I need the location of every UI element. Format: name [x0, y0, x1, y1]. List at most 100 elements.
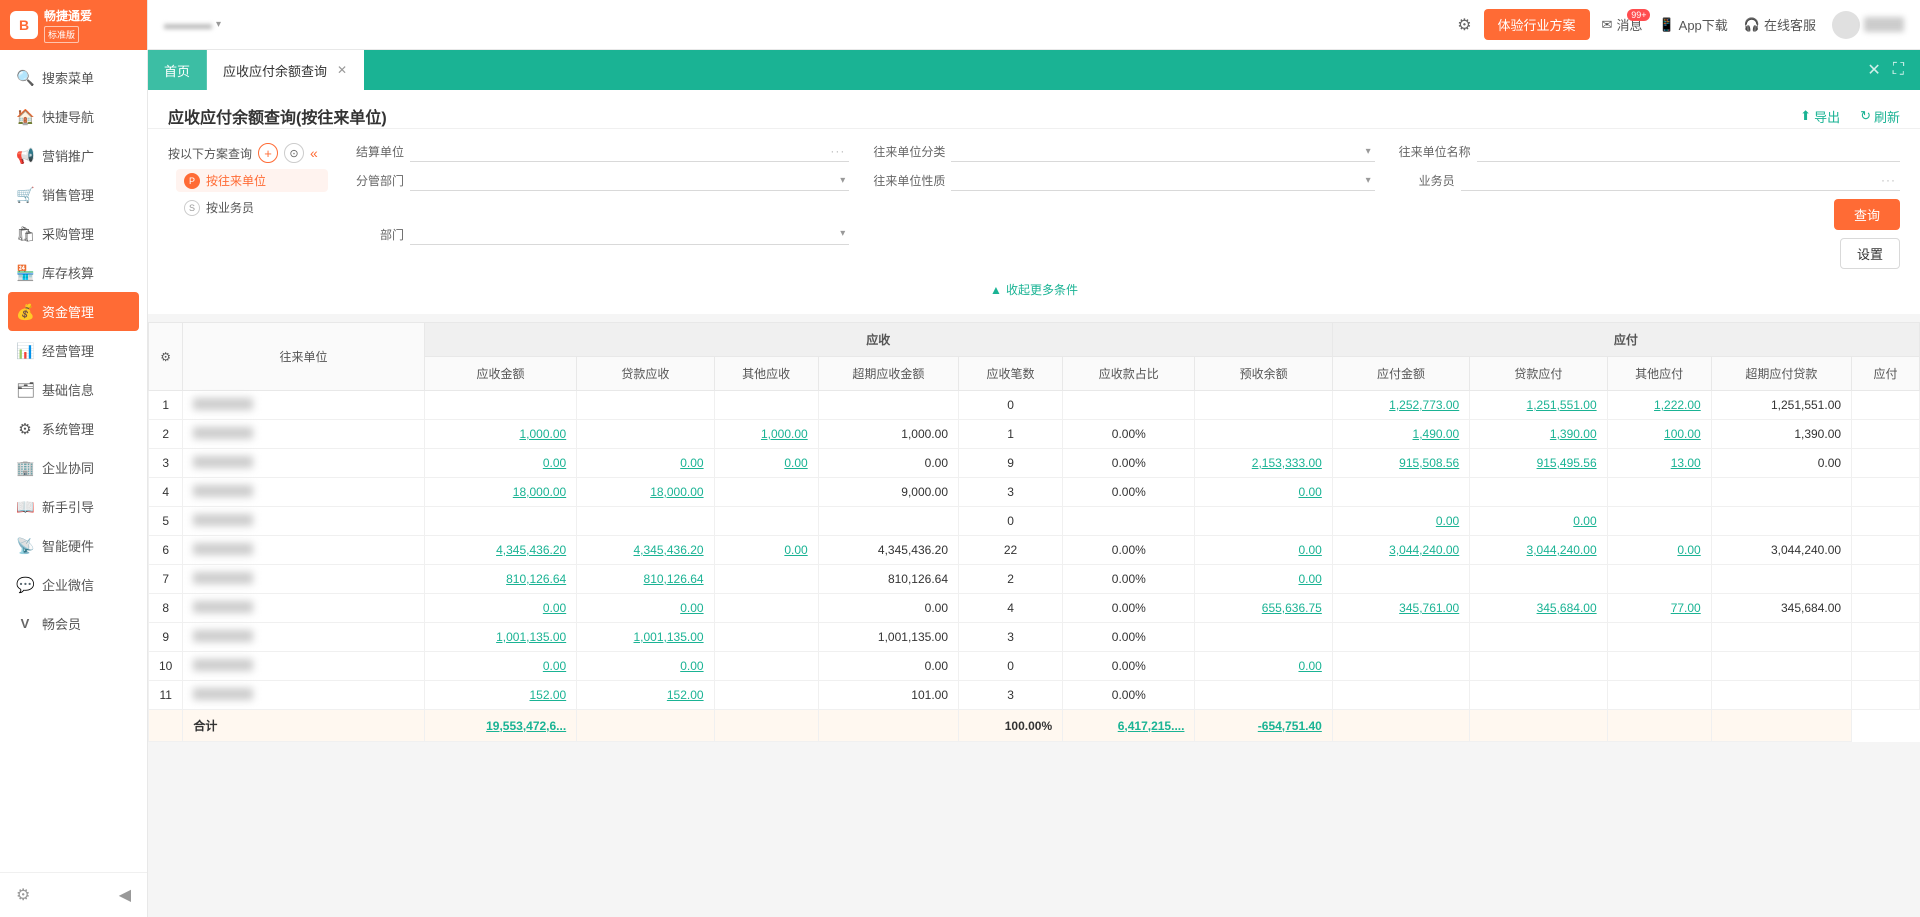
filter-settings-button[interactable]: ⊙	[284, 143, 304, 163]
filter-action-area: 查询 设置	[1399, 199, 1900, 269]
partner-category-input[interactable]: ▾	[951, 141, 1374, 162]
tab-home[interactable]: 首页	[148, 50, 207, 90]
marketing-icon: 📢	[16, 147, 34, 165]
user-avatar[interactable]	[1832, 11, 1904, 39]
table-row: 5 00.000.00	[149, 507, 1920, 536]
ar-group-header: 应收	[424, 323, 1332, 357]
online-service-button[interactable]: 🎧 在线客服	[1744, 15, 1816, 34]
sidebar-item-sales[interactable]: 🛒 销售管理	[0, 175, 147, 214]
sidebar-item-hardware[interactable]: 📡 智能硬件	[0, 526, 147, 565]
collapse-button[interactable]: ▲ 收起更多条件	[168, 277, 1900, 306]
dept-input[interactable]: ▾	[410, 224, 849, 245]
guide-icon: 📖	[16, 498, 34, 516]
setting-button[interactable]: 设置	[1840, 238, 1900, 269]
col-ar-overdue: 超期应收金额	[818, 357, 958, 391]
breadcrumb-caret: ▾	[216, 19, 221, 30]
partner-nature-input[interactable]: ▾	[951, 170, 1374, 191]
sidebar-item-guide[interactable]: 📖 新手引导	[0, 487, 147, 526]
ap-group-header: 应付	[1332, 323, 1919, 357]
partner-name-cell[interactable]	[183, 536, 424, 565]
sidebar-item-finance[interactable]: 💰 资金管理	[8, 292, 139, 331]
col-ap-other: 其他应付	[1607, 357, 1711, 391]
partner-name-cell[interactable]	[183, 594, 424, 623]
settlement-unit-input[interactable]: ···	[410, 141, 849, 162]
footer-ar-ratio: 100.00%	[959, 710, 1063, 742]
header: ▬▬▬ ▾ ⚙ 体验行业方案 ✉ 消息 99+ 📱 App下载 🎧 在线客服	[148, 0, 1920, 50]
footer-settings-icon[interactable]: ⚙	[16, 885, 30, 905]
table-row: 3 0.000.000.000.0090.00%2,153,333.00915,…	[149, 449, 1920, 478]
partner-name-cell[interactable]	[183, 652, 424, 681]
col-ar-prepay: 预收余额	[1195, 357, 1332, 391]
header-settings-icon[interactable]: ⚙	[1457, 15, 1471, 35]
purchase-icon: 🛍	[16, 225, 34, 243]
sidebar-item-corp[interactable]: 🏢 企业协同	[0, 448, 147, 487]
dept-manager-input[interactable]: ▾	[410, 170, 849, 191]
sales-icon: 🛒	[16, 186, 34, 204]
partner-name-cell[interactable]	[183, 478, 424, 507]
quick-nav-icon: 🏠	[16, 108, 34, 126]
export-button[interactable]: ⬆ 导出	[1800, 107, 1840, 126]
message-button[interactable]: ✉ 消息 99+	[1602, 15, 1643, 34]
operations-icon: 📊	[16, 342, 34, 360]
wechat-icon: 💬	[16, 576, 34, 594]
salesperson-input[interactable]: ···	[1461, 170, 1900, 191]
scheme-by-salesperson[interactable]: S 按业务员	[176, 196, 328, 219]
refresh-button[interactable]: ↻ 刷新	[1860, 107, 1900, 126]
tab-close-window-icon[interactable]: ✕	[1867, 60, 1880, 80]
query-button[interactable]: 查询	[1834, 199, 1900, 230]
sidebar-item-operations[interactable]: 📊 经营管理	[0, 331, 147, 370]
sidebar-item-system[interactable]: ⚙ 系统管理	[0, 409, 147, 448]
table-row: 7 810,126.64810,126.64810,126.6420.00%0.…	[149, 565, 1920, 594]
partner-name-input[interactable]	[1477, 141, 1900, 162]
footer-ar-prepay[interactable]: 6,417,215....	[1063, 710, 1195, 742]
sidebar-item-search-menu[interactable]: 🔍 搜索菜单	[0, 58, 147, 97]
message-icon: ✉	[1602, 17, 1613, 33]
scheme-by-partner[interactable]: P 按往来单位	[176, 169, 328, 192]
col-ar-ratio: 应收款占比	[1063, 357, 1195, 391]
sidebar-item-wechat[interactable]: 💬 企业微信	[0, 565, 147, 604]
partner-name-cell[interactable]	[183, 565, 424, 594]
settings-col-header[interactable]: ⚙	[149, 323, 183, 391]
table-wrap: ⚙ 往来单位 应收 应付 应收金额 贷款应收 其他应收 超期应收金额 应收笔数 …	[148, 322, 1920, 742]
tab-maximize-icon[interactable]: ⛶	[1893, 61, 1904, 79]
table-body: 1 01,252,773.001,251,551.001,222.001,251…	[149, 391, 1920, 710]
partner-name-cell[interactable]	[183, 391, 424, 420]
filter-scheme-panel: 按以下方案查询 + ⊙ « P 按往来单位 S 按业务员	[168, 141, 328, 219]
tab-bar: 首页 应收应付余额查询 ✕ ✕ ⛶	[148, 50, 1920, 90]
sidebar-item-member[interactable]: V 畅会员	[0, 604, 147, 643]
footer-ap-total[interactable]: -654,751.40	[1195, 710, 1332, 742]
partner-name-cell[interactable]	[183, 681, 424, 710]
partner-name-cell[interactable]	[183, 420, 424, 449]
table-row: 11 152.00152.00101.0030.00%	[149, 681, 1920, 710]
sidebar-item-purchase[interactable]: 🛍 采购管理	[0, 214, 147, 253]
partner-name-cell[interactable]	[183, 507, 424, 536]
sidebar-item-inventory[interactable]: 🏪 库存核算	[0, 253, 147, 292]
sidebar-item-basic[interactable]: 🗂 基础信息	[0, 370, 147, 409]
finance-icon: 💰	[16, 303, 34, 321]
member-icon: V	[16, 616, 34, 631]
sidebar-item-marketing[interactable]: 📢 营销推广	[0, 136, 147, 175]
footer-collapse-icon[interactable]: ◀	[119, 885, 131, 905]
footer-ar-total[interactable]: 19,553,472,6...	[424, 710, 576, 742]
app-download-button[interactable]: 📱 App下载	[1658, 15, 1727, 34]
page-actions: ⬆ 导出 ↻ 刷新	[1800, 107, 1900, 126]
scheme-icon2: S	[184, 200, 200, 216]
filter-add-button[interactable]: +	[258, 143, 278, 163]
sidebar-nav: 🔍 搜索菜单 🏠 快捷导航 📢 营销推广 🛒 销售管理 🛍 采购管理 🏪 库存核…	[0, 50, 147, 872]
sidebar: B 畅捷通爱 标准版 🔍 搜索菜单 🏠 快捷导航 📢 营销推广 🛒 销售管理 🛍…	[0, 0, 148, 917]
service-icon: 🎧	[1744, 17, 1760, 33]
tab-close-icon[interactable]: ✕	[337, 63, 347, 77]
partner-name-cell[interactable]	[183, 449, 424, 478]
hardware-icon: 📡	[16, 537, 34, 555]
logo-icon: B	[10, 11, 38, 39]
partner-name-cell[interactable]	[183, 623, 424, 652]
table-row: 10 0.000.000.0000.00%0.00	[149, 652, 1920, 681]
table-row: 6 4,345,436.204,345,436.200.004,345,436.…	[149, 536, 1920, 565]
promo-button[interactable]: 体验行业方案	[1484, 9, 1590, 40]
sidebar-item-quick-nav[interactable]: 🏠 快捷导航	[0, 97, 147, 136]
tab-ar-ap[interactable]: 应收应付余额查询 ✕	[207, 50, 364, 90]
inventory-icon: 🏪	[16, 264, 34, 282]
field-salesperson: 业务员 ···	[1399, 170, 1900, 191]
table-row: 8 0.000.000.0040.00%655,636.75345,761.00…	[149, 594, 1920, 623]
filter-expand-button[interactable]: «	[310, 145, 318, 161]
